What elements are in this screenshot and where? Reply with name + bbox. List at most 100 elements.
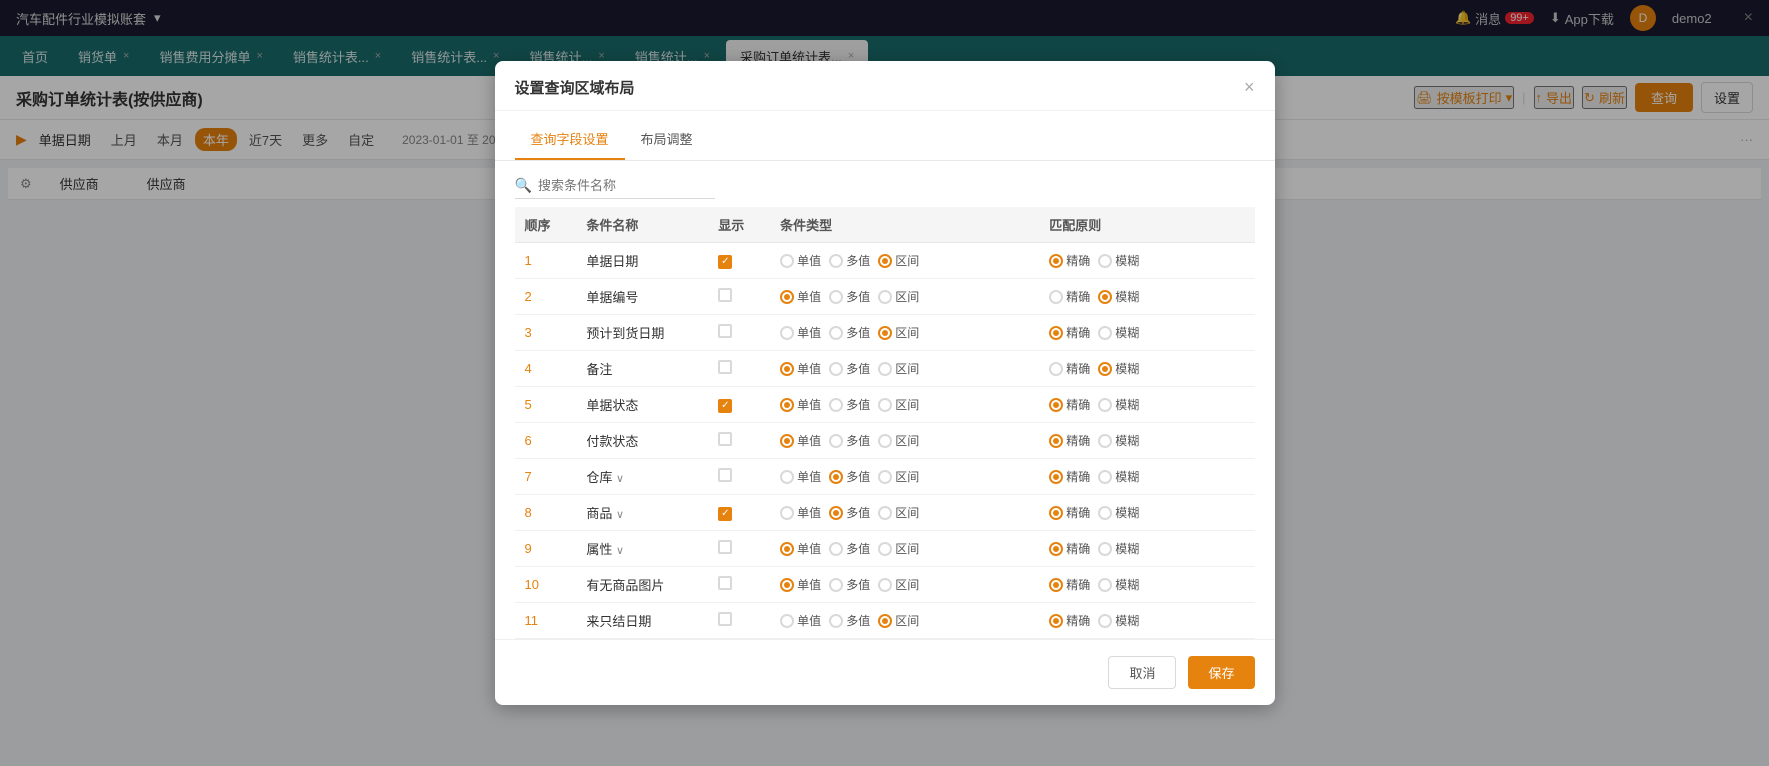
row-match: 精确模糊: [1039, 459, 1254, 495]
radio-match-精确[interactable]: 精确: [1049, 288, 1090, 305]
radio-type-区间[interactable]: 区间: [878, 576, 919, 593]
condition-name-label: 商品: [586, 506, 612, 521]
save-btn[interactable]: 保存: [1188, 656, 1254, 689]
order-num: 11: [525, 613, 539, 628]
radio-type-单值[interactable]: 单值: [780, 612, 821, 629]
order-num: 4: [525, 361, 532, 376]
search-input[interactable]: [538, 178, 698, 193]
display-checkbox[interactable]: ✓: [718, 507, 732, 521]
radio-match-精确[interactable]: 精确: [1049, 360, 1090, 377]
radio-type-多值[interactable]: 多值: [829, 252, 870, 269]
radio-type-多值[interactable]: 多值: [829, 504, 870, 521]
display-checkbox[interactable]: [718, 360, 732, 374]
radio-type-多值[interactable]: 多值: [829, 540, 870, 557]
radio-match-模糊[interactable]: 模糊: [1098, 324, 1139, 341]
radio-type-单值[interactable]: 单值: [780, 432, 821, 449]
radio-type-区间[interactable]: 区间: [878, 324, 919, 341]
radio-type-多值[interactable]: 多值: [829, 612, 870, 629]
radio-type-多值[interactable]: 多值: [829, 396, 870, 413]
radio-type-区间[interactable]: 区间: [878, 252, 919, 269]
condition-name-label: 来只结日期: [586, 614, 651, 629]
radio-type-多值[interactable]: 多值: [829, 360, 870, 377]
display-checkbox[interactable]: [718, 540, 732, 554]
row-condition-name: 单据编号: [576, 279, 708, 315]
radio-type-区间[interactable]: 区间: [878, 432, 919, 449]
radio-type-单值[interactable]: 单值: [780, 468, 821, 485]
row-order: 4: [515, 351, 577, 387]
radio-match-精确[interactable]: 精确: [1049, 324, 1090, 341]
radio-type-单值[interactable]: 单值: [780, 288, 821, 305]
radio-match-模糊[interactable]: 模糊: [1098, 396, 1139, 413]
radio-match-模糊[interactable]: 模糊: [1098, 576, 1139, 593]
radio-type-单值[interactable]: 单值: [780, 504, 821, 521]
radio-match-模糊[interactable]: 模糊: [1098, 540, 1139, 557]
display-checkbox[interactable]: ✓: [718, 399, 732, 413]
radio-match-精确[interactable]: 精确: [1049, 396, 1090, 413]
radio-match-精确[interactable]: 精确: [1049, 540, 1090, 557]
col-name: 条件名称: [576, 207, 708, 243]
radio-match-模糊[interactable]: 模糊: [1098, 288, 1139, 305]
radio-match-精确[interactable]: 精确: [1049, 612, 1090, 629]
row-condition-name: 单据状态: [576, 387, 708, 423]
radio-type-区间[interactable]: 区间: [878, 612, 919, 629]
radio-type-区间[interactable]: 区间: [878, 540, 919, 557]
radio-type-单值[interactable]: 单值: [780, 324, 821, 341]
radio-match-精确[interactable]: 精确: [1049, 576, 1090, 593]
display-checkbox[interactable]: ✓: [718, 255, 732, 269]
row-display: [708, 351, 770, 387]
row-order: 3: [515, 315, 577, 351]
radio-match-模糊[interactable]: 模糊: [1098, 468, 1139, 485]
order-num: 3: [525, 325, 532, 340]
modal-close-btn[interactable]: ×: [1244, 77, 1255, 98]
radio-match-模糊[interactable]: 模糊: [1098, 504, 1139, 521]
row-order: 10: [515, 567, 577, 603]
radio-type-单值[interactable]: 单值: [780, 540, 821, 557]
dropdown-arrow-icon[interactable]: ∨: [616, 509, 624, 521]
radio-type-多值[interactable]: 多值: [829, 324, 870, 341]
display-checkbox[interactable]: [718, 324, 732, 338]
radio-match-模糊[interactable]: 模糊: [1098, 252, 1139, 269]
radio-type-单值[interactable]: 单值: [780, 252, 821, 269]
row-type: 单值多值区间: [770, 495, 1039, 531]
radio-type-多值[interactable]: 多值: [829, 432, 870, 449]
display-checkbox[interactable]: [718, 576, 732, 590]
modal-tab-layout[interactable]: 布局调整: [625, 123, 709, 160]
radio-type-多值[interactable]: 多值: [829, 468, 870, 485]
display-checkbox[interactable]: [718, 468, 732, 482]
radio-type-区间[interactable]: 区间: [878, 468, 919, 485]
row-type: 单值多值区间: [770, 243, 1039, 279]
dropdown-arrow-icon[interactable]: ∨: [616, 545, 624, 557]
radio-type-区间[interactable]: 区间: [878, 504, 919, 521]
row-display: [708, 567, 770, 603]
radio-match-精确[interactable]: 精确: [1049, 504, 1090, 521]
radio-match-精确[interactable]: 精确: [1049, 432, 1090, 449]
radio-type-区间[interactable]: 区间: [878, 288, 919, 305]
row-type: 单值多值区间: [770, 567, 1039, 603]
radio-type-多值[interactable]: 多值: [829, 288, 870, 305]
modal-overlay: 设置查询区域布局 × 查询字段设置 布局调整 🔍 顺序 条件名称 显示: [0, 0, 1769, 766]
radio-match-精确[interactable]: 精确: [1049, 468, 1090, 485]
cancel-btn[interactable]: 取消: [1108, 656, 1176, 689]
display-checkbox[interactable]: [718, 288, 732, 302]
radio-type-区间[interactable]: 区间: [878, 360, 919, 377]
radio-match-模糊[interactable]: 模糊: [1098, 432, 1139, 449]
modal-tab-fields[interactable]: 查询字段设置: [515, 123, 625, 160]
radio-type-区间[interactable]: 区间: [878, 396, 919, 413]
search-box: 🔍: [515, 173, 715, 199]
radio-type-单值[interactable]: 单值: [780, 360, 821, 377]
row-type: 单值多值区间: [770, 279, 1039, 315]
dropdown-arrow-icon[interactable]: ∨: [616, 473, 624, 485]
row-display: [708, 423, 770, 459]
radio-type-单值[interactable]: 单值: [780, 396, 821, 413]
radio-match-模糊[interactable]: 模糊: [1098, 360, 1139, 377]
row-type: 单值多值区间: [770, 387, 1039, 423]
radio-match-模糊[interactable]: 模糊: [1098, 612, 1139, 629]
radio-match-精确[interactable]: 精确: [1049, 252, 1090, 269]
row-type: 单值多值区间: [770, 351, 1039, 387]
radio-type-单值[interactable]: 单值: [780, 576, 821, 593]
row-match: 精确模糊: [1039, 315, 1254, 351]
display-checkbox[interactable]: [718, 612, 732, 626]
radio-type-多值[interactable]: 多值: [829, 576, 870, 593]
row-match: 精确模糊: [1039, 351, 1254, 387]
display-checkbox[interactable]: [718, 432, 732, 446]
